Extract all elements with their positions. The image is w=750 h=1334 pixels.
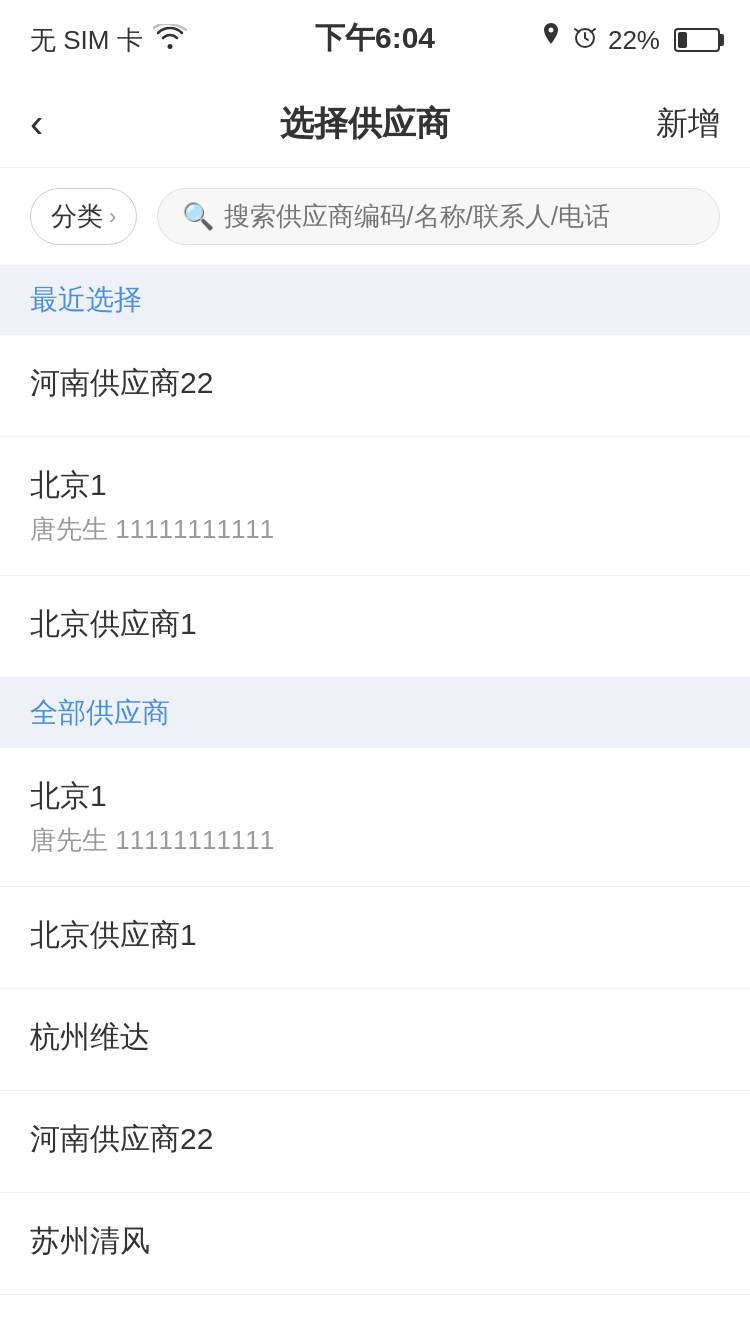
location-icon (540, 23, 562, 58)
alarm-icon (572, 24, 598, 57)
item-name: 北京供应商1 (30, 604, 720, 645)
recent-list-item[interactable]: 河南供应商22 (0, 335, 750, 437)
add-new-button[interactable]: 新增 (640, 102, 720, 146)
page-title: 选择供应商 (280, 101, 450, 147)
all-list-item[interactable]: 苏州清风 (0, 1193, 750, 1295)
recent-list-item[interactable]: 北京1 唐先生 11111111111 (0, 437, 750, 576)
item-detail: 唐先生 11111111111 (30, 823, 720, 858)
all-list-item[interactable]: 北京供应商1 (0, 887, 750, 989)
item-name: 杭州维达 (30, 1017, 720, 1058)
item-name: 苏州清风 (30, 1221, 720, 1262)
recent-section-header: 最近选择 (0, 265, 750, 335)
status-left: 无 SIM 卡 (30, 23, 187, 58)
status-right: 22% (540, 23, 720, 58)
battery-icon (674, 28, 720, 52)
recent-list-item[interactable]: 北京供应商1 (0, 576, 750, 678)
all-list-item[interactable]: 河南供应商22 (0, 1091, 750, 1193)
search-box[interactable]: 🔍 (157, 188, 720, 245)
item-name: 河南供应商22 (30, 363, 720, 404)
search-input[interactable] (224, 201, 695, 232)
item-name: 北京供应商1 (30, 915, 720, 956)
all-list-item[interactable]: 北京1 唐先生 11111111111 (0, 748, 750, 887)
status-time: 下午6:04 (315, 18, 435, 59)
nav-bar: ‹ 选择供应商 新增 (0, 80, 750, 168)
recent-list: 河南供应商22 北京1 唐先生 11111111111 北京供应商1 (0, 335, 750, 678)
all-list-item[interactable]: 杭州维达 (0, 989, 750, 1091)
no-sim-label: 无 SIM 卡 (30, 23, 143, 58)
all-list: 北京1 唐先生 11111111111 北京供应商1 杭州维达河南供应商22 苏州清风 (0, 748, 750, 1295)
recent-section-label: 最近选择 (30, 284, 142, 315)
item-name: 北京1 (30, 465, 720, 506)
all-section-label: 全部供应商 (30, 697, 170, 728)
search-icon: 🔍 (182, 201, 214, 232)
item-name: 河南供应商22 (30, 1119, 720, 1160)
filter-bar: 分类 › 🔍 (0, 168, 750, 265)
category-filter-button[interactable]: 分类 › (30, 188, 137, 245)
all-section-header: 全部供应商 (0, 678, 750, 748)
item-detail: 唐先生 11111111111 (30, 512, 720, 547)
wifi-icon (153, 24, 187, 57)
item-name: 北京1 (30, 776, 720, 817)
chevron-right-icon: › (109, 204, 116, 230)
category-label: 分类 (51, 199, 103, 234)
status-bar: 无 SIM 卡 下午6:04 22% (0, 0, 750, 80)
back-button[interactable]: ‹ (30, 101, 90, 146)
battery-percent: 22% (608, 25, 660, 56)
